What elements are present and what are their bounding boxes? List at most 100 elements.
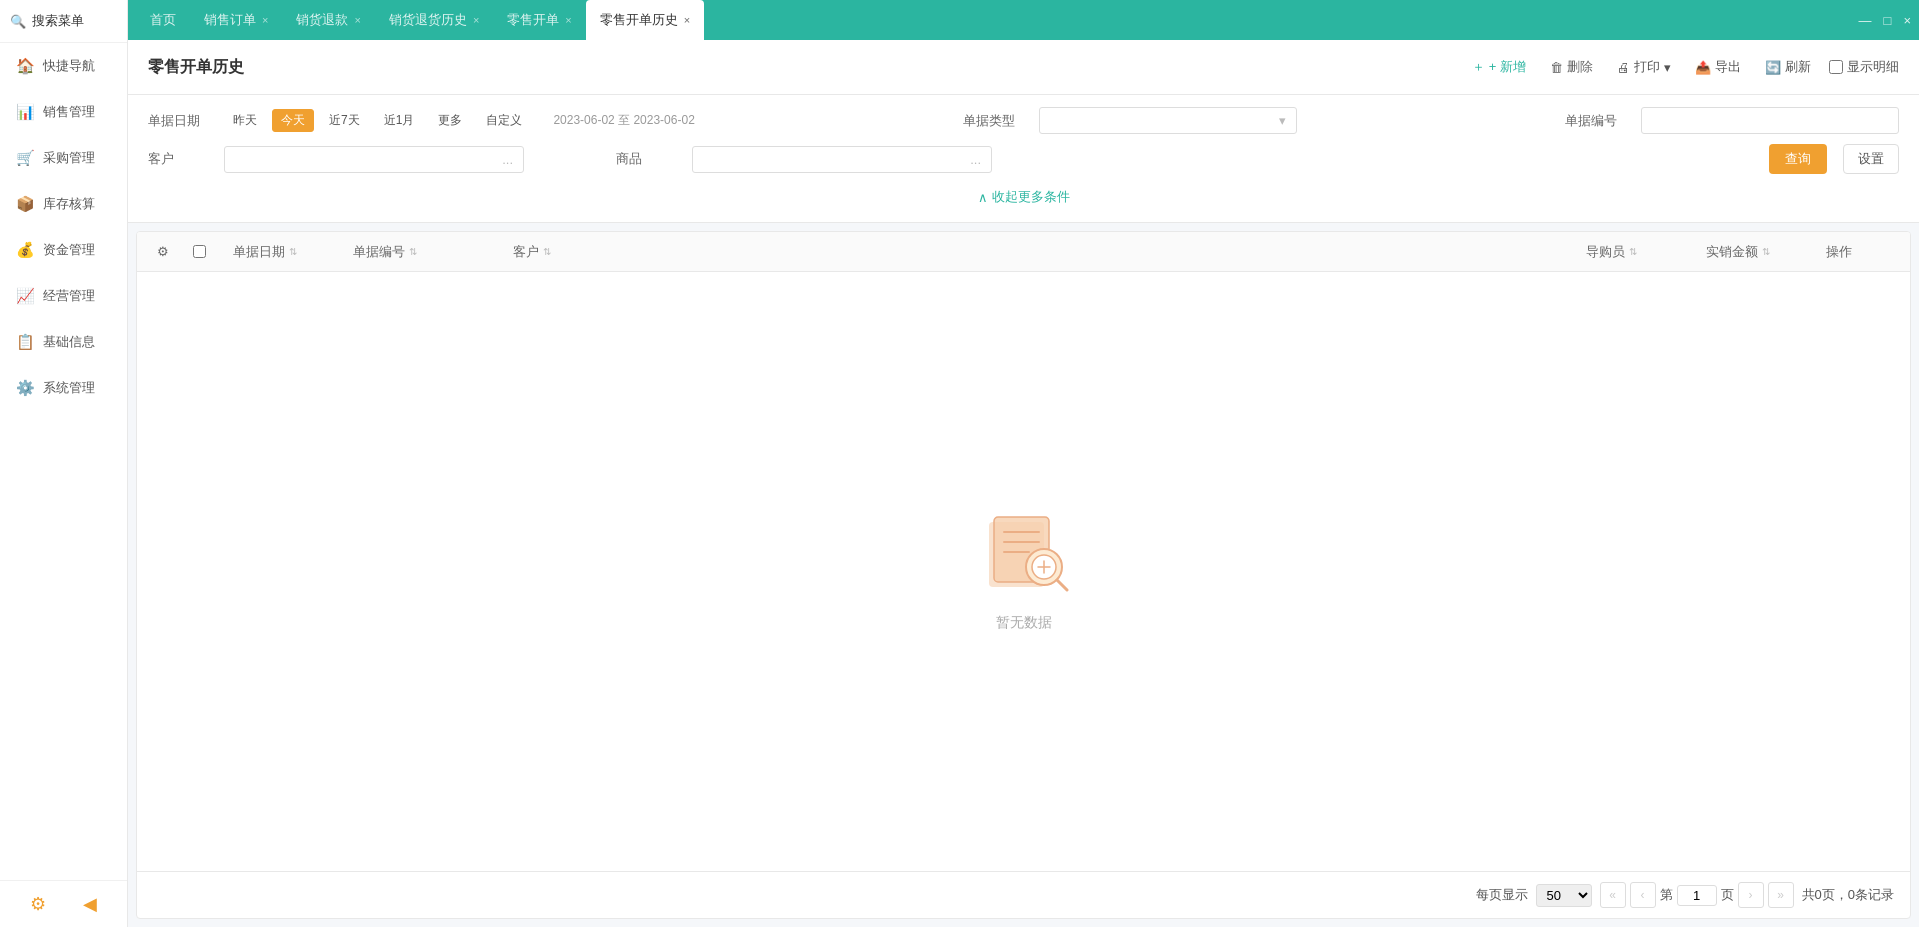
date-btn-7days[interactable]: 近7天 (320, 109, 369, 132)
sidebar-footer: ⚙ ◀ (0, 880, 127, 927)
tab-close-retail-history[interactable]: × (684, 14, 690, 26)
sidebar-label-inventory: 库存核算 (43, 195, 95, 213)
refresh-icon: 🔄 (1765, 60, 1781, 75)
goods-select[interactable]: ... (692, 146, 992, 173)
goods-ellipsis[interactable]: ... (970, 152, 981, 167)
show-detail-checkbox[interactable]: 显示明细 (1829, 58, 1899, 76)
tab-label-retail-open: 零售开单 (507, 11, 559, 29)
window-min-btn[interactable]: — (1859, 13, 1872, 28)
tab-retail-history[interactable]: 零售开单历史× (586, 0, 704, 40)
tab-close-sales-return[interactable]: × (354, 14, 360, 26)
tab-label-home: 首页 (150, 11, 176, 29)
delete-icon: 🗑 (1550, 60, 1563, 75)
sidebar-item-operations[interactable]: 📈经营管理 (0, 273, 127, 319)
next-page-btn[interactable]: › (1738, 882, 1764, 908)
query-button[interactable]: 查询 (1769, 144, 1827, 174)
th-num-sort-icon[interactable]: ⇅ (409, 246, 417, 257)
add-button[interactable]: ＋ + 新增 (1466, 54, 1532, 80)
print-button[interactable]: 🖨 打印 ▾ (1611, 54, 1677, 80)
tab-sales-order[interactable]: 销售订单× (190, 0, 282, 40)
sidebar-item-quick-nav[interactable]: 🏠 快捷导航 (0, 43, 127, 89)
tab-retail-open[interactable]: 零售开单 × (493, 0, 585, 40)
content-area: 零售开单历史 ＋ + 新增 🗑 删除 🖨 打印 ▾ 📤 导出 (128, 40, 1919, 927)
date-btn-yesterday[interactable]: 昨天 (224, 109, 266, 132)
th-date-sort-icon[interactable]: ⇅ (289, 246, 297, 257)
date-btn-today[interactable]: 今天 (272, 109, 314, 132)
sidebar-item-sales-mgmt[interactable]: 📊销售管理 (0, 89, 127, 135)
th-actions: 操作 (1818, 243, 1898, 261)
num-input[interactable] (1641, 107, 1899, 134)
refresh-label: 刷新 (1785, 58, 1811, 76)
empty-state: 暂无数据 (137, 272, 1910, 871)
sidebar-item-inventory[interactable]: 📦 库存核算 (0, 181, 127, 227)
page-nav: « ‹ 第 页 › » (1600, 882, 1794, 908)
date-label: 单据日期 (148, 112, 208, 130)
empty-text: 暂无数据 (996, 614, 1052, 632)
sidebar-settings-icon[interactable]: ⚙ (30, 893, 46, 915)
th-guide-sort-icon[interactable]: ⇅ (1629, 246, 1637, 257)
delete-button[interactable]: 🗑 删除 (1544, 54, 1599, 80)
tab-home[interactable]: 首页 (136, 0, 190, 40)
settings-button[interactable]: 设置 (1843, 144, 1899, 174)
export-label: 导出 (1715, 58, 1741, 76)
export-button[interactable]: 📤 导出 (1689, 54, 1747, 80)
page-title: 零售开单历史 (148, 57, 244, 78)
prev-page-btn[interactable]: ‹ (1630, 882, 1656, 908)
sidebar-item-purchase-mgmt[interactable]: 🛒采购管理 (0, 135, 127, 181)
show-detail-input[interactable] (1829, 60, 1843, 74)
refresh-button[interactable]: 🔄 刷新 (1759, 54, 1817, 80)
date-btn-more[interactable]: 更多 (429, 109, 471, 132)
sidebar-item-basic-info[interactable]: 📋基础信息 (0, 319, 127, 365)
sidebar-item-finance[interactable]: 💰资金管理 (0, 227, 127, 273)
date-btn-custom[interactable]: 自定义 (477, 109, 531, 132)
th-customer-sort-icon[interactable]: ⇅ (543, 246, 551, 257)
th-guide-label: 导购员 (1586, 243, 1625, 261)
tab-close-retail-open[interactable]: × (565, 14, 571, 26)
page-suffix: 页 (1721, 886, 1734, 904)
collapse-button[interactable]: ∧ 收起更多条件 (978, 184, 1070, 210)
tab-close-sales-return-history[interactable]: × (473, 14, 479, 26)
sidebar-item-sys-mgmt[interactable]: ⚙️系统管理 (0, 365, 127, 411)
sidebar-label-quick-nav: 快捷导航 (43, 57, 95, 75)
tab-sales-return-history[interactable]: 销货退货历史× (375, 0, 493, 40)
customer-ellipsis[interactable]: ... (502, 152, 513, 167)
per-page-select[interactable]: 50 100 200 (1536, 884, 1592, 907)
tab-close-sales-order[interactable]: × (262, 14, 268, 26)
th-customer: 客户 ⇅ (505, 243, 1578, 261)
select-all-checkbox[interactable] (193, 245, 206, 258)
first-page-btn[interactable]: « (1600, 882, 1626, 908)
customer-select[interactable]: ... (224, 146, 524, 173)
table-select-all[interactable] (185, 245, 225, 258)
sidebar-icon-sys-mgmt: ⚙️ (16, 379, 35, 397)
table-header: ⚙ 单据日期 ⇅ 单据编号 ⇅ 客户 ⇅ 导购员 ⇅ (137, 232, 1910, 272)
last-page-btn[interactable]: » (1768, 882, 1794, 908)
add-label: + 新增 (1489, 58, 1526, 76)
date-btn-1month[interactable]: 近1月 (375, 109, 424, 132)
th-customer-label: 客户 (513, 243, 539, 261)
print-icon: 🖨 (1617, 60, 1630, 75)
num-label: 单据编号 (1565, 112, 1625, 130)
per-page-label: 每页显示 (1476, 886, 1528, 904)
th-amount-sort-icon[interactable]: ⇅ (1762, 246, 1770, 257)
sidebar-icon-inventory: 📦 (16, 195, 35, 213)
sidebar-icon-quick-nav: 🏠 (16, 57, 35, 75)
page-header: 零售开单历史 ＋ + 新增 🗑 删除 🖨 打印 ▾ 📤 导出 (128, 40, 1919, 95)
empty-illustration (974, 512, 1074, 602)
page-input[interactable] (1677, 885, 1717, 906)
tab-sales-return[interactable]: 销货退款× (282, 0, 374, 40)
window-close-btn[interactable]: × (1903, 13, 1911, 28)
filter-row-2: 客户 ... 商品 ... 查询 设置 (148, 144, 1899, 174)
type-label: 单据类型 (963, 112, 1023, 130)
sidebar-icon-finance: 💰 (16, 241, 35, 259)
search-icon: 🔍 (10, 14, 26, 29)
sidebar-collapse-icon[interactable]: ◀ (83, 893, 97, 915)
print-label: 打印 (1634, 58, 1660, 76)
collapse-icon: ∧ (978, 190, 988, 205)
th-guide: 导购员 ⇅ (1578, 243, 1698, 261)
th-date-label: 单据日期 (233, 243, 285, 261)
th-actions-label: 操作 (1826, 243, 1852, 261)
window-max-btn[interactable]: □ (1884, 13, 1892, 28)
sidebar-search[interactable]: 🔍 搜索菜单 (0, 0, 127, 43)
table-settings[interactable]: ⚙ (149, 244, 185, 259)
type-select[interactable]: ▾ (1039, 107, 1297, 134)
